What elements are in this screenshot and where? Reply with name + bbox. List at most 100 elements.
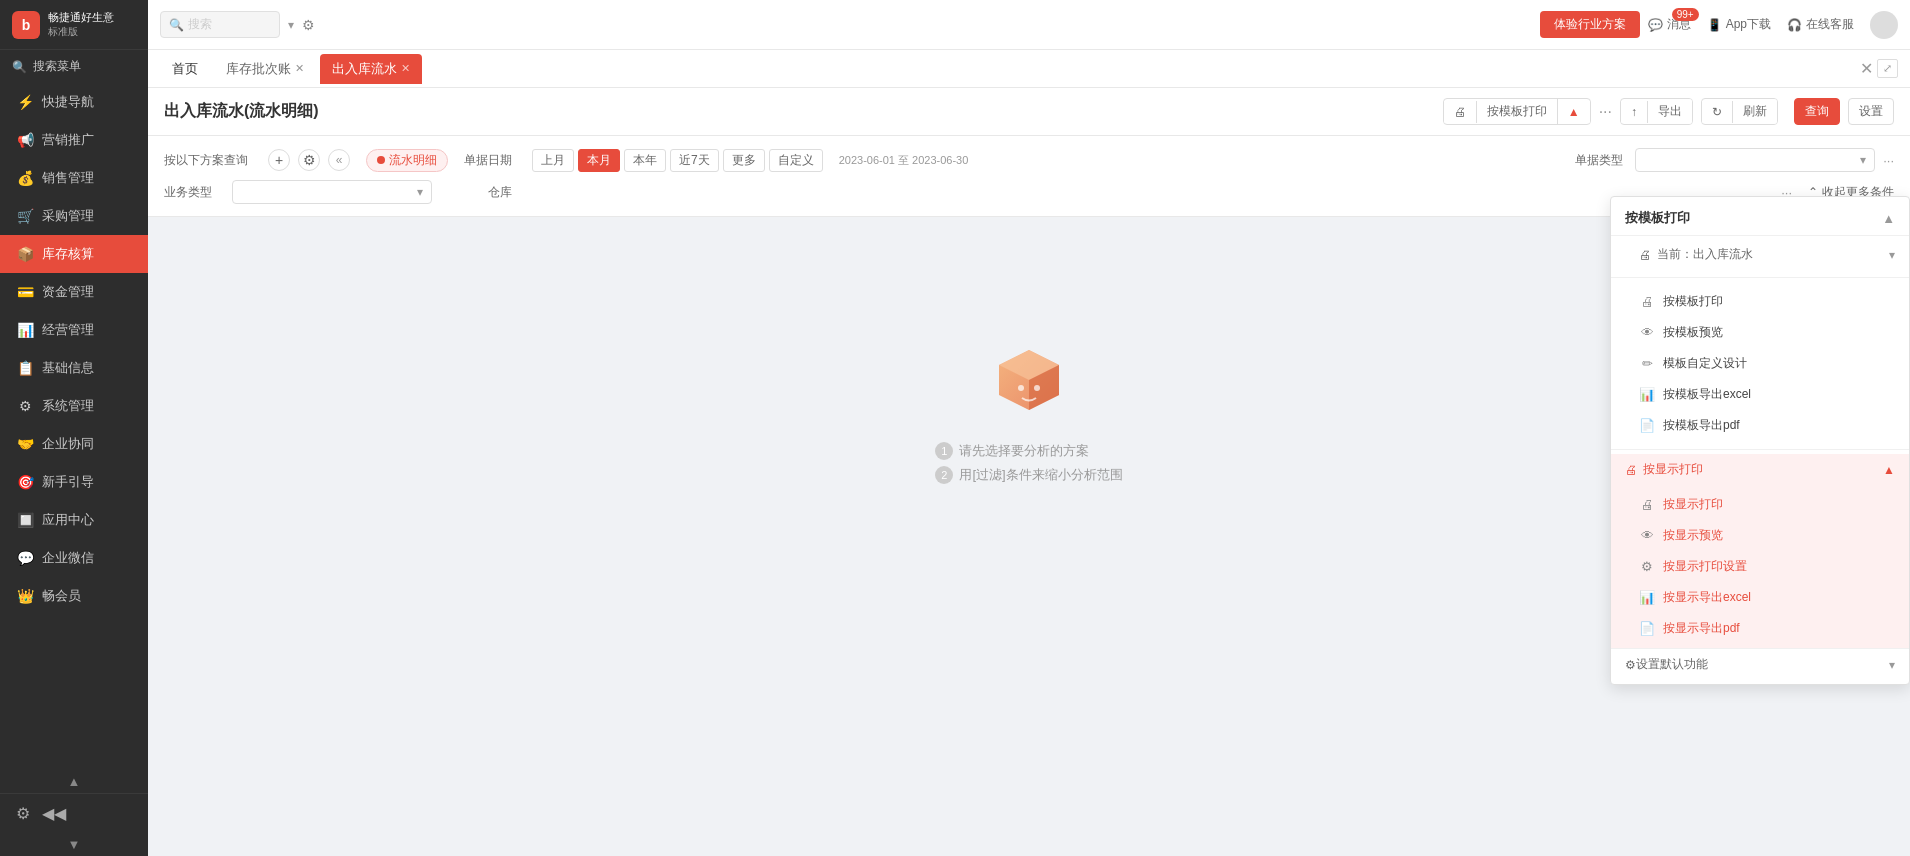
sidebar-item-marketing[interactable]: 📢 营销推广	[0, 121, 148, 159]
date-btn-custom[interactable]: 自定义	[769, 149, 823, 172]
dp-item-display-settings[interactable]: ⚙ 按显示打印设置	[1611, 551, 1909, 582]
empty-state-icon	[979, 330, 1079, 430]
sidebar-item-label: 畅会员	[42, 587, 81, 605]
app-download-btn[interactable]: 📱 App下载	[1707, 16, 1771, 33]
message-btn[interactable]: 💬 消息 99+	[1648, 16, 1691, 33]
sidebar-item-finance[interactable]: 💳 资金管理	[0, 273, 148, 311]
tab-bar: 首页 库存批次账 ✕ 出入库流水 ✕ ✕ ⤢	[148, 50, 1910, 88]
topbar-dropdown-icon[interactable]: ▾	[288, 18, 294, 32]
search-placeholder: 搜索	[188, 16, 212, 33]
sidebar-item-sales[interactable]: 💰 销售管理	[0, 159, 148, 197]
dropdown-section-template: 🖨 按模板打印 👁 按模板预览 ✏ 模板自定义设计 📊 按模板导出excel 📄	[1611, 282, 1909, 445]
dp-item-display-preview[interactable]: 👁 按显示预览	[1611, 520, 1909, 551]
sidebar-item-label: 系统管理	[42, 397, 94, 415]
page-header: 出入库流水(流水明细) 🖨 按模板打印 ▲ ··· ↑	[148, 88, 1910, 136]
online-service-btn[interactable]: 🎧 在线客服	[1787, 16, 1854, 33]
sidebar-item-vip[interactable]: 👑 畅会员	[0, 577, 148, 615]
dp-display-section-header[interactable]: 🖨 按显示打印 ▲	[1611, 454, 1909, 485]
guide-icon: 🎯	[16, 473, 34, 491]
export-btn[interactable]: 导出	[1648, 99, 1692, 124]
dp-item-template-preview[interactable]: 👁 按模板预览	[1611, 317, 1909, 348]
date-btn-last-month[interactable]: 上月	[532, 149, 574, 172]
basic-icon: 📋	[16, 359, 34, 377]
tab-close-inout[interactable]: ✕	[401, 62, 410, 75]
dp-item-display-print[interactable]: 🖨 按显示打印	[1611, 489, 1909, 520]
date-btn-7days[interactable]: 近7天	[670, 149, 719, 172]
date-filter-group: 上月 本月 本年 近7天 更多 自定义	[532, 149, 823, 172]
print-template-btn[interactable]: 按模板打印	[1477, 99, 1558, 124]
sidebar-item-inventory[interactable]: 📦 库存核算	[0, 235, 148, 273]
refresh-icon-btn: ↻	[1702, 101, 1733, 123]
dropdown-title: 按模板打印	[1625, 209, 1690, 227]
filter-chip[interactable]: 流水明细	[366, 149, 448, 172]
avatar	[1870, 11, 1898, 39]
sidebar-item-system[interactable]: ⚙ 系统管理	[0, 387, 148, 425]
headset-icon: 🎧	[1787, 18, 1802, 32]
hint-text-2: 用[过滤]条件来缩小分析范围	[959, 466, 1122, 484]
cooperation-icon: 🤝	[16, 435, 34, 453]
collapse-sidebar-icon[interactable]: ◀◀	[42, 804, 66, 823]
dp-item-template-custom[interactable]: ✏ 模板自定义设计	[1611, 348, 1909, 379]
dp-footer-arrow: ▾	[1889, 658, 1895, 672]
query-btn[interactable]: 查询	[1794, 98, 1840, 125]
type-more-btn[interactable]: ···	[1883, 153, 1894, 168]
hint-num-1: 1	[935, 442, 953, 460]
sidebar-item-label: 资金管理	[42, 283, 94, 301]
dp-item-label: 按模板导出excel	[1663, 386, 1751, 403]
industry-btn[interactable]: 体验行业方案	[1540, 11, 1640, 38]
tab-home[interactable]: 首页	[160, 54, 210, 84]
dropdown-section-current: 🖨 当前：出入库流水 ▾	[1611, 236, 1909, 273]
sidebar-item-app-center[interactable]: 🔲 应用中心	[0, 501, 148, 539]
dp-item-display-export-excel[interactable]: 📊 按显示导出excel	[1611, 582, 1909, 613]
sidebar-item-guide[interactable]: 🎯 新手引导	[0, 463, 148, 501]
settings-icon[interactable]: ⚙	[16, 804, 30, 823]
expand-window-btn[interactable]: ⤢	[1877, 59, 1898, 78]
filter-collapse-left-btn[interactable]: «	[328, 149, 350, 171]
dp-item-display-export-pdf[interactable]: 📄 按显示导出pdf	[1611, 613, 1909, 644]
sidebar-item-purchase[interactable]: 🛒 采购管理	[0, 197, 148, 235]
sidebar-navigation: ⚡ 快捷导航 📢 营销推广 💰 销售管理 🛒 采购管理 📦 库存核算 💳 资金管…	[0, 83, 148, 770]
sidebar-search[interactable]: 🔍 搜索菜单	[0, 50, 148, 83]
app-name: 畅捷通好生意	[48, 10, 114, 24]
dp-display-section-icon: 🖨	[1625, 463, 1637, 477]
tab-close-batch[interactable]: ✕	[295, 62, 304, 75]
add-filter-btn[interactable]: +	[268, 149, 290, 171]
settings-btn[interactable]: 设置	[1848, 98, 1894, 125]
biz-type-select[interactable]: ▾	[232, 180, 432, 204]
more-actions-btn[interactable]: ···	[1599, 103, 1612, 121]
sidebar-scroll-down[interactable]: ▼	[0, 833, 148, 856]
sidebar-item-basic[interactable]: 📋 基础信息	[0, 349, 148, 387]
date-btn-this-year[interactable]: 本年	[624, 149, 666, 172]
user-avatar-btn[interactable]	[1870, 11, 1898, 39]
topbar-gear-icon[interactable]: ⚙	[302, 17, 315, 33]
dp-item-label: 按模板预览	[1663, 324, 1723, 341]
sidebar-item-cooperation[interactable]: 🤝 企业协同	[0, 425, 148, 463]
quick-nav-icon: ⚡	[16, 93, 34, 111]
print-template-dropdown-btn[interactable]: ▲	[1558, 101, 1590, 123]
sidebar-item-operations[interactable]: 📊 经营管理	[0, 311, 148, 349]
dp-item-template-print[interactable]: 🖨 按模板打印	[1611, 286, 1909, 317]
dp-footer-settings[interactable]: ⚙ 设置默认功能 ▾	[1611, 648, 1909, 680]
sidebar-logo: b 畅捷通好生意 标准版	[0, 0, 148, 50]
dp-footer-label: 设置默认功能	[1636, 656, 1708, 673]
close-window-btn[interactable]: ✕	[1860, 59, 1873, 78]
date-btn-this-month[interactable]: 本月	[578, 149, 620, 172]
dp-item-template-export-excel[interactable]: 📊 按模板导出excel	[1611, 379, 1909, 410]
sidebar-item-quick-nav[interactable]: ⚡ 快捷导航	[0, 83, 148, 121]
filter-gear-btn[interactable]: ⚙	[298, 149, 320, 171]
sidebar-item-wecom[interactable]: 💬 企业微信	[0, 539, 148, 577]
refresh-btn[interactable]: 刷新	[1733, 99, 1777, 124]
divider-2	[1611, 449, 1909, 450]
dropdown-close-icon[interactable]: ▲	[1882, 211, 1895, 226]
type-select[interactable]: ▾	[1635, 148, 1875, 172]
message-badge: 99+	[1672, 8, 1699, 21]
date-btn-more[interactable]: 更多	[723, 149, 765, 172]
sidebar-item-label: 库存核算	[42, 245, 94, 263]
tab-inout[interactable]: 出入库流水 ✕	[320, 54, 422, 84]
sidebar-scroll-up[interactable]: ▲	[0, 770, 148, 793]
dp-item-template-export-pdf[interactable]: 📄 按模板导出pdf	[1611, 410, 1909, 441]
batch-tab-label: 库存批次账	[226, 60, 291, 78]
topbar-search-box[interactable]: 🔍 搜索	[160, 11, 280, 38]
tab-batch[interactable]: 库存批次账 ✕	[214, 54, 316, 84]
sidebar-item-label: 企业协同	[42, 435, 94, 453]
